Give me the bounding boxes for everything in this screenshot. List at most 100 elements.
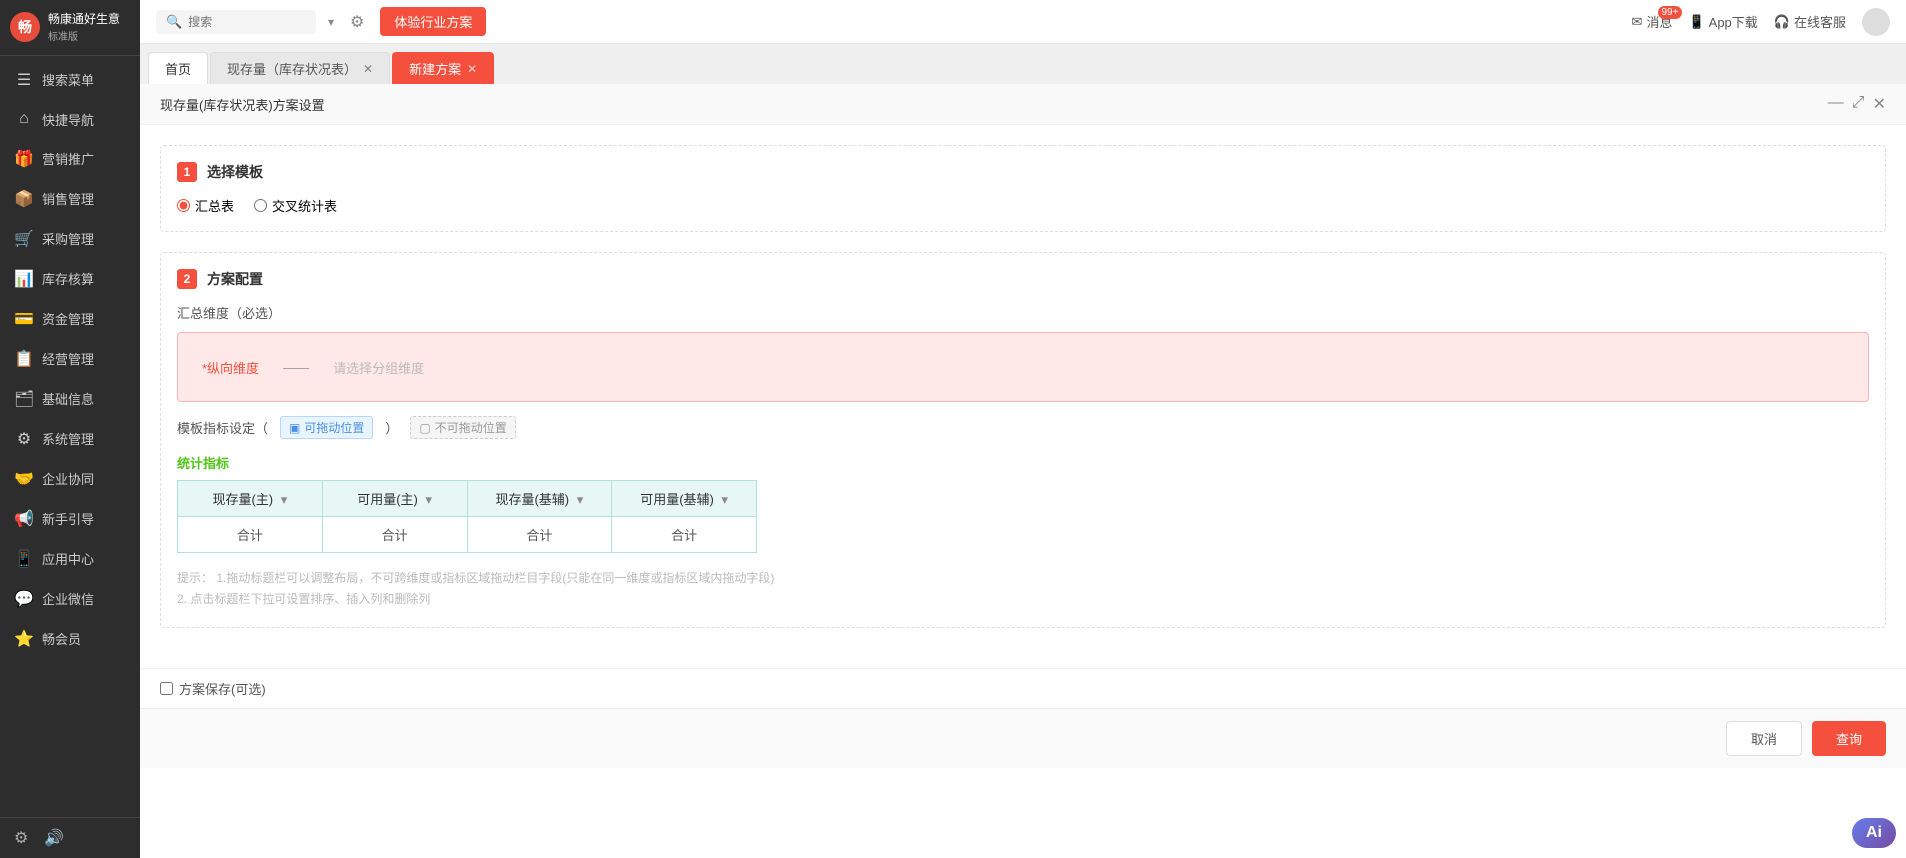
- stats-data-row: 合计 合计 合计 合计: [178, 517, 757, 553]
- minimize-icon[interactable]: —: [1828, 94, 1844, 114]
- cooperation-icon: 🤝: [14, 469, 34, 489]
- col-dropdown-1[interactable]: ▾: [426, 492, 433, 507]
- tip-2: 2. 点击标题栏下拉可设置排序、插入列和删除列: [177, 590, 1869, 607]
- col-cell-0: 合计: [178, 517, 323, 553]
- sidebar-item-label: 经营管理: [42, 349, 94, 368]
- save-label[interactable]: 方案保存(可选): [179, 679, 266, 698]
- wechat-icon: 💬: [14, 589, 34, 609]
- stats-section-label: 统计指标: [177, 453, 1869, 472]
- expand-icon[interactable]: ⤢: [1852, 94, 1865, 114]
- sidebar-item-search-menu[interactable]: ☰ 搜索菜单: [0, 60, 140, 100]
- sidebar-item-purchase[interactable]: 🛒 采购管理: [0, 219, 140, 259]
- section2-title: 方案配置: [207, 269, 263, 289]
- content-header: 现存量(库存状况表)方案设置 — ⤢ ✕: [140, 84, 1906, 125]
- ai-badge[interactable]: Ai: [1852, 818, 1896, 848]
- radio-summary-input[interactable]: [177, 199, 190, 212]
- inventory-icon: 📊: [14, 269, 34, 289]
- trial-button[interactable]: 体验行业方案: [380, 7, 486, 36]
- movable-icon: ▣: [289, 421, 300, 435]
- tab-inventory-close-icon[interactable]: ✕: [363, 62, 373, 76]
- section1-header: 1 选择模板: [177, 162, 1869, 182]
- sidebar-item-inventory[interactable]: 📊 库存核算: [0, 259, 140, 299]
- dimension-row-label: *纵向维度: [202, 358, 259, 377]
- search-input[interactable]: [188, 15, 288, 29]
- query-button[interactable]: 查询: [1812, 721, 1886, 756]
- sidebar-item-sales[interactable]: 📦 销售管理: [0, 179, 140, 219]
- col-header-1[interactable]: 可用量(主) ▾: [322, 481, 467, 517]
- save-option: 方案保存(可选): [140, 668, 1906, 708]
- content-area: 现存量(库存状况表)方案设置 — ⤢ ✕ 1 选择模板 汇总表: [140, 84, 1906, 858]
- tab-home-label: 首页: [165, 59, 191, 78]
- sidebar-logo: 畅 畅康通好生意 标准版: [0, 0, 140, 56]
- sidebar-item-finance[interactable]: 💳 资金管理: [0, 299, 140, 339]
- section2-header: 2 方案配置: [177, 269, 1869, 289]
- sidebar-item-label: 采购管理: [42, 229, 94, 248]
- col-header-3[interactable]: 可用量(基辅) ▾: [612, 481, 757, 517]
- app-download-label: App下载: [1709, 12, 1758, 31]
- sidebar-item-label: 企业微信: [42, 589, 94, 608]
- col-header-2[interactable]: 现存量(基辅) ▾: [467, 481, 612, 517]
- dimension-box[interactable]: *纵向维度 —— 请选择分组维度: [177, 332, 1869, 402]
- tab-new-scheme-close-icon[interactable]: ✕: [467, 62, 477, 76]
- close-icon[interactable]: ✕: [1873, 94, 1886, 114]
- sidebar-item-label: 新手引导: [42, 509, 94, 528]
- section-config: 2 方案配置 汇总维度（必选） *纵向维度 —— 请选择分组维度 模板指标设定（…: [160, 252, 1886, 628]
- sidebar-item-wechat[interactable]: 💬 企业微信: [0, 579, 140, 619]
- member-icon: ⭐: [14, 629, 34, 649]
- sidebar-item-app-center[interactable]: 📱 应用中心: [0, 539, 140, 579]
- tab-inventory-label: 现存量（库存状况表）: [227, 59, 357, 78]
- search-box[interactable]: 🔍: [156, 10, 316, 34]
- sidebar-item-label: 快捷导航: [42, 110, 94, 129]
- settings-icon[interactable]: ⚙: [14, 828, 28, 848]
- sidebar-item-label: 搜索菜单: [42, 70, 94, 89]
- col-cell-2: 合计: [467, 517, 612, 553]
- tab-inventory-status[interactable]: 现存量（库存状况表） ✕: [210, 52, 390, 84]
- search-icon: 🔍: [166, 14, 182, 30]
- sidebar-item-cooperation[interactable]: 🤝 企业协同: [0, 459, 140, 499]
- section1-number: 1: [177, 162, 197, 182]
- col-dropdown-3[interactable]: ▾: [722, 492, 729, 507]
- save-checkbox[interactable]: [160, 682, 173, 695]
- radio-cross[interactable]: 交叉统计表: [254, 196, 337, 215]
- col-dropdown-2[interactable]: ▾: [577, 492, 584, 507]
- search-menu-icon: ☰: [14, 70, 34, 90]
- user-avatar[interactable]: [1862, 8, 1890, 36]
- sidebar-item-marketing[interactable]: 🎁 营销推广: [0, 139, 140, 179]
- sidebar-item-member[interactable]: ⭐ 畅会员: [0, 619, 140, 659]
- home-icon: ⌂: [14, 110, 34, 128]
- gear-icon[interactable]: ⚙: [346, 12, 368, 32]
- purchase-icon: 🛒: [14, 229, 34, 249]
- sound-icon[interactable]: 🔊: [44, 828, 64, 848]
- col-dropdown-0[interactable]: ▾: [281, 492, 288, 507]
- col-header-0[interactable]: 现存量(主) ▾: [178, 481, 323, 517]
- sidebar-item-quick-nav[interactable]: ⌂ 快捷导航: [0, 100, 140, 139]
- search-dropdown-icon[interactable]: ▾: [328, 15, 334, 29]
- sidebar-item-basic[interactable]: 🗂 基础信息: [0, 379, 140, 419]
- cancel-button[interactable]: 取消: [1726, 721, 1802, 756]
- content-window-controls: — ⤢ ✕: [1828, 94, 1886, 114]
- sidebar-item-system[interactable]: ⚙ 系统管理: [0, 419, 140, 459]
- online-service-label: 在线客服: [1794, 12, 1846, 31]
- sidebar-item-label: 应用中心: [42, 549, 94, 568]
- indicator-settings-label: 模板指标设定（: [177, 418, 268, 437]
- sidebar-bottom: ⚙ 🔊: [0, 817, 140, 858]
- movable-label: 可拖动位置: [304, 419, 364, 436]
- tabbar: 首页 现存量（库存状况表） ✕ 新建方案 ✕: [140, 44, 1906, 84]
- sidebar-item-label: 基础信息: [42, 389, 94, 408]
- sidebar-item-label: 畅会员: [42, 629, 81, 648]
- sidebar-item-operation[interactable]: 📋 经营管理: [0, 339, 140, 379]
- tab-new-scheme[interactable]: 新建方案 ✕: [392, 52, 494, 84]
- app-download-action[interactable]: 📱 App下载: [1688, 12, 1757, 31]
- message-action[interactable]: ✉ 消息 99+: [1632, 12, 1673, 31]
- tab-new-scheme-label: 新建方案: [409, 59, 461, 78]
- guide-icon: 📢: [14, 509, 34, 529]
- radio-cross-input[interactable]: [254, 199, 267, 212]
- headset-icon: 🎧: [1774, 14, 1790, 30]
- stats-table: 现存量(主) ▾ 可用量(主) ▾ 现存量(基辅) ▾: [177, 480, 757, 553]
- app-name: 畅康通好生意: [48, 12, 120, 28]
- radio-summary[interactable]: 汇总表: [177, 196, 234, 215]
- tab-home[interactable]: 首页: [148, 52, 208, 84]
- sidebar-item-label: 系统管理: [42, 429, 94, 448]
- online-service-action[interactable]: 🎧 在线客服: [1774, 12, 1846, 31]
- sidebar-item-guide[interactable]: 📢 新手引导: [0, 499, 140, 539]
